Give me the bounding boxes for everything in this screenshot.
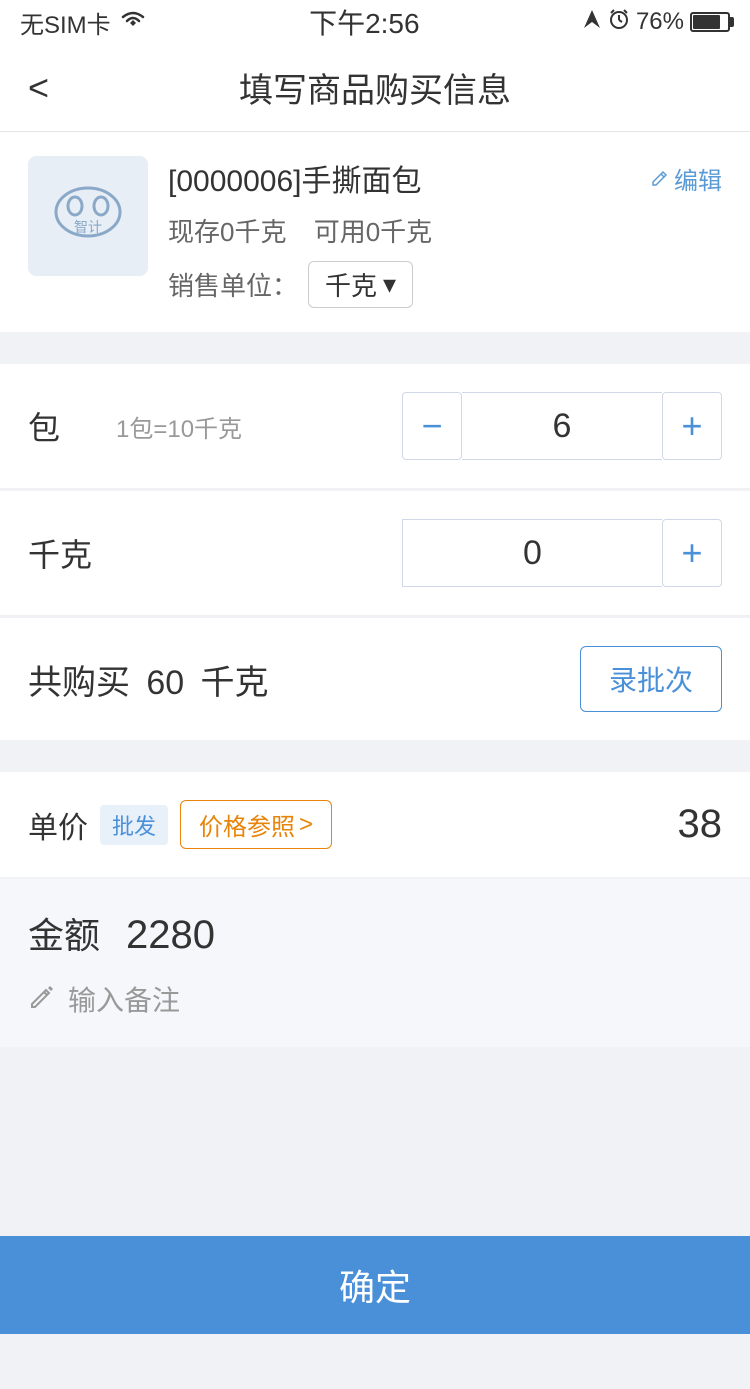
remark-row[interactable]: 输入备注 (28, 979, 722, 1019)
battery-icon (690, 12, 730, 32)
location-icon (582, 8, 602, 37)
price-value: 38 (678, 802, 723, 847)
separator-1 (0, 348, 750, 364)
product-name: [0000006]手撕面包 (168, 156, 421, 200)
total-unit: 千克 (201, 664, 269, 702)
battery-percent: 76% (636, 8, 684, 36)
price-label: 单价 (28, 803, 88, 847)
chevron-right-icon: > (299, 811, 313, 839)
page-title: 填写商品购买信息 (239, 63, 511, 112)
amount-section: 金额 2280 输入备注 (0, 879, 750, 1047)
kg-qty-control: + (402, 519, 722, 587)
product-unit-row: 销售单位： 千克 ▾ (168, 261, 722, 308)
status-time: 下午2:56 (309, 2, 420, 42)
kg-qty-input[interactable] (402, 519, 662, 587)
wifi-icon (119, 8, 147, 37)
total-section: 共购买 60 千克 录批次 (0, 618, 750, 740)
total-text: 共购买 60 千克 (28, 655, 269, 704)
bottom-area (0, 1049, 750, 1389)
kg-plus-button[interactable]: + (662, 519, 722, 587)
quantity-kg-section: 千克 + (0, 491, 750, 616)
status-right: 76% (582, 8, 730, 37)
back-button[interactable]: < (28, 67, 49, 109)
status-bar: 无SIM卡 下午2:56 76% (0, 0, 750, 44)
product-info: [0000006]手撕面包 编辑 现存0千克 可用0千克 销售单位： 千克 ▾ (168, 156, 722, 308)
confirm-button[interactable]: 确定 (0, 1236, 750, 1334)
bao-plus-button[interactable]: + (662, 392, 722, 460)
price-ref-label: 价格参照 (199, 807, 295, 842)
product-card: 智计 [0000006]手撕面包 编辑 现存0千克 可用0千克 销售单位： 千克… (0, 132, 750, 332)
quantity-bao-row: 包 1包=10千克 − + (0, 364, 750, 489)
carrier-text: 无SIM卡 (20, 5, 111, 40)
record-batch-button[interactable]: 录批次 (580, 646, 722, 712)
chevron-down-icon: ▾ (383, 269, 396, 300)
bao-qty-input[interactable] (462, 392, 662, 460)
unit-dropdown[interactable]: 千克 ▾ (308, 261, 413, 308)
alarm-icon (608, 8, 630, 37)
total-label: 共购买 (28, 664, 130, 702)
nav-bar: < 填写商品购买信息 (0, 44, 750, 132)
product-name-row: [0000006]手撕面包 编辑 (168, 156, 722, 200)
product-logo-icon: 智计 (53, 184, 123, 248)
stock-text: 现存0千克 (168, 217, 286, 247)
amount-label: 金额 (28, 915, 100, 956)
edit-button[interactable]: 编辑 (650, 161, 722, 196)
pencil-icon (28, 982, 56, 1017)
product-image: 智计 (28, 156, 148, 276)
status-left: 无SIM卡 (20, 5, 147, 40)
unit-label: 销售单位： (168, 266, 298, 303)
price-section: 单价 批发 价格参照 > 38 (0, 772, 750, 877)
edit-label: 编辑 (674, 161, 722, 196)
product-stock: 现存0千克 可用0千克 (168, 212, 722, 249)
kg-label: 千克 (28, 530, 108, 576)
remark-label: 输入备注 (68, 979, 180, 1019)
price-ref-button[interactable]: 价格参照 > (180, 800, 332, 849)
amount-value: 2280 (126, 913, 215, 957)
separator-2 (0, 756, 750, 772)
unit-value: 千克 (325, 266, 377, 303)
total-value: 60 (146, 664, 184, 702)
bao-label: 包 (28, 403, 108, 449)
quantity-kg-row: 千克 + (0, 491, 750, 616)
quantity-bao-section: 包 1包=10千克 − + (0, 364, 750, 489)
amount-row: 金额 2280 (28, 907, 722, 959)
bao-qty-control: − + (402, 392, 722, 460)
svg-text:智计: 智计 (74, 219, 102, 235)
bao-hint: 1包=10千克 (116, 409, 402, 444)
available-text: 可用0千克 (314, 217, 432, 247)
bao-minus-button[interactable]: − (402, 392, 462, 460)
price-tag: 批发 (100, 805, 168, 845)
